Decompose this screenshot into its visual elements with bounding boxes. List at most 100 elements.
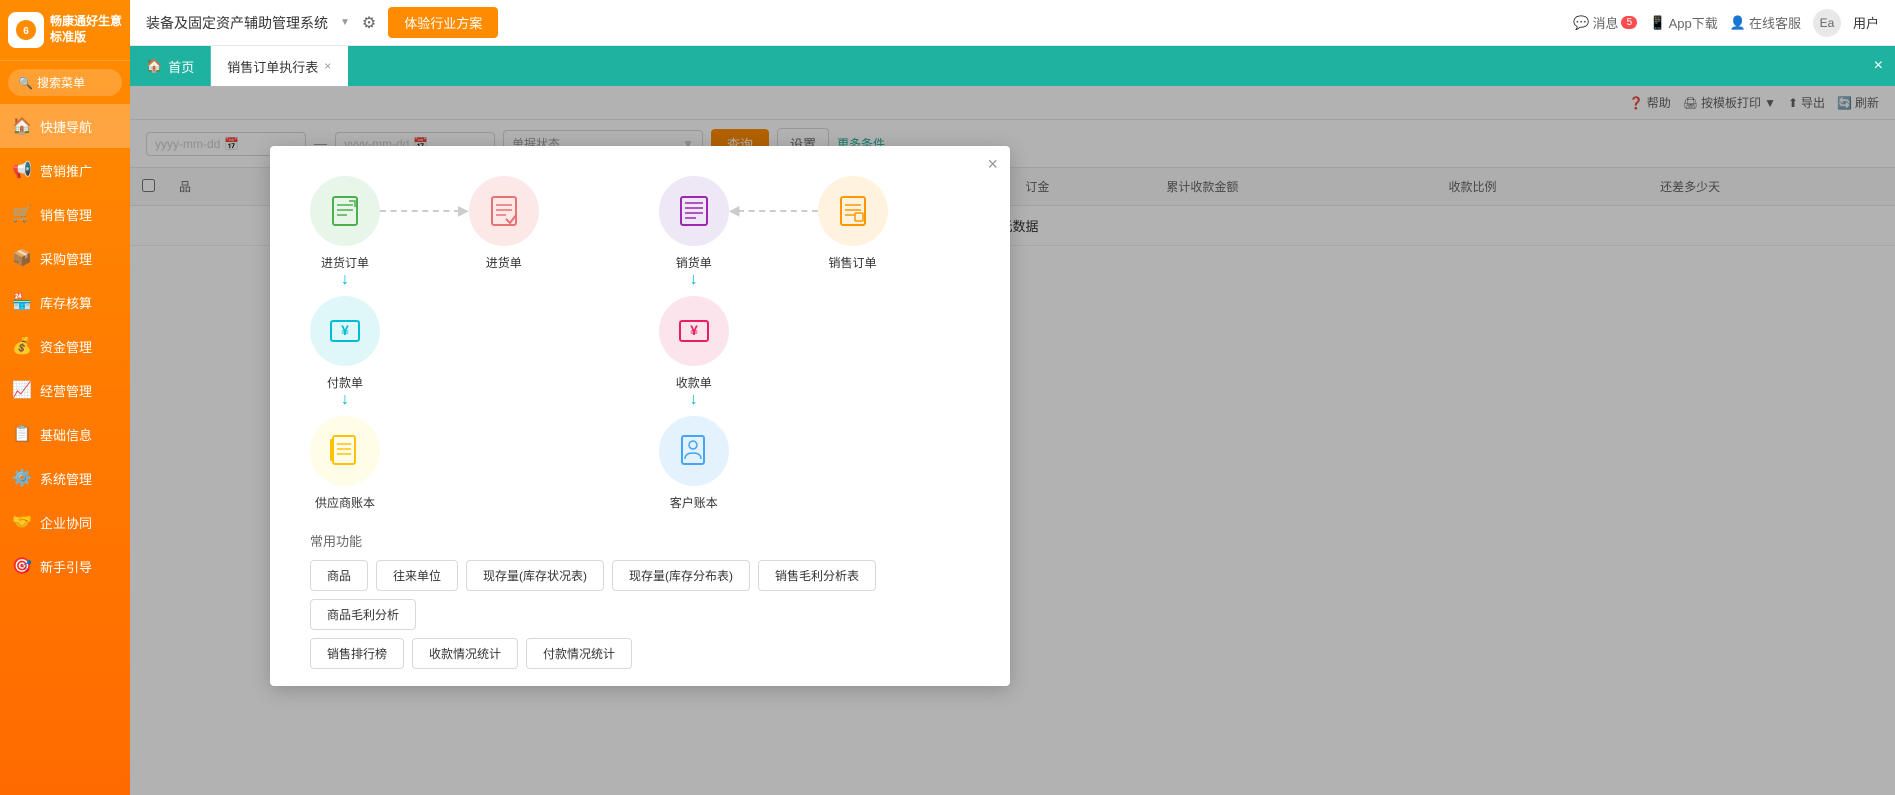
btn-sales-rank[interactable]: 销售排行榜: [310, 638, 404, 669]
arrow-down-1: ↓: [341, 271, 349, 296]
user-avatar[interactable]: Ea: [1813, 9, 1841, 37]
tab-bar-close-icon[interactable]: ×: [1874, 57, 1883, 75]
sidebar-item-enterprise[interactable]: 🤝 企业协同: [0, 500, 130, 544]
arrow-down-sales: ↓: [690, 271, 698, 296]
modal-close-button[interactable]: ×: [987, 154, 998, 175]
sidebar-item-basic-info[interactable]: 📋 基础信息: [0, 412, 130, 456]
system-title: 装备及固定资产辅助管理系统: [146, 13, 328, 33]
common-section: 常用功能 商品 往来单位 现存量(库存状况表) 现存量(库存分布表) 销售毛利分…: [270, 531, 1010, 686]
flow-item-supplier-ledger[interactable]: 供应商账本: [310, 416, 380, 511]
sidebar-item-guide[interactable]: 🎯 新手引导: [0, 544, 130, 588]
search-menu-button[interactable]: 🔍 搜索菜单: [8, 69, 122, 96]
flow-section: 进货订单 ↓ ¥: [270, 146, 1010, 531]
flow-modal: ×: [270, 146, 1010, 686]
payment-circle: ¥: [310, 296, 380, 366]
app-download-icon: 📱: [1649, 15, 1665, 31]
sidebar-item-system[interactable]: ⚙️ 系统管理: [0, 456, 130, 500]
svg-text:6: 6: [23, 26, 29, 37]
flow-item-sales-receipt[interactable]: 销货单: [659, 176, 729, 271]
customer-ledger-circle: [659, 416, 729, 486]
common-functions-title: 常用功能: [310, 531, 970, 550]
tab-bar: 🏠 首页 销售订单执行表 × ×: [130, 46, 1895, 86]
sales-order-label: 销售订单: [829, 254, 877, 271]
btn-partner[interactable]: 往来单位: [376, 560, 458, 591]
flow-item-sales-order[interactable]: 销售订单: [818, 176, 888, 271]
finance-icon: 💰: [12, 336, 32, 356]
btn-payment-stats[interactable]: 付款情况统计: [526, 638, 632, 669]
inventory-icon: 🏪: [12, 292, 32, 312]
purchase-icon: 📦: [12, 248, 32, 268]
modal-overlay[interactable]: ×: [130, 86, 1895, 795]
message-icon: 💬: [1573, 15, 1589, 31]
sidebar-item-finance[interactable]: 💰 资金管理: [0, 324, 130, 368]
common-btns-row1: 商品 往来单位 现存量(库存状况表) 现存量(库存分布表) 销售毛利分析表 商品…: [310, 560, 970, 630]
purchase-order-circle: [310, 176, 380, 246]
receipt-voucher-circle: ¥: [659, 296, 729, 366]
settings-icon[interactable]: ⚙: [362, 13, 376, 33]
sidebar-item-marketing[interactable]: 📢 营销推广: [0, 148, 130, 192]
purchase-receipt-col: 进货单: [469, 176, 539, 271]
flow-item-purchase-receipt[interactable]: 进货单: [469, 176, 539, 271]
sales-flow: 销货单 ↓ ¥: [659, 176, 729, 511]
sales-order-col: 销售订单: [818, 176, 888, 271]
payment-label: 付款单: [327, 374, 363, 391]
tab-close-icon[interactable]: ×: [324, 59, 331, 73]
flow-item-payment[interactable]: ¥ 付款单: [310, 296, 380, 391]
sales-icon: 🛒: [12, 204, 32, 224]
search-icon: 🔍: [18, 76, 33, 90]
sidebar-item-purchase[interactable]: 📦 采购管理: [0, 236, 130, 280]
sales-order-circle: [818, 176, 888, 246]
page-body: ❓ 帮助 🖨 按模板打印 ▼ ⬆ 导出 🔄 刷新: [130, 86, 1895, 795]
top-bar: 装备及固定资产辅助管理系统 ▼ ⚙ 体验行业方案 💬 消息 5 📱 App下载 …: [130, 0, 1895, 46]
sales-receipt-label: 销货单: [676, 254, 712, 271]
sidebar-search-area: 🔍 搜索菜单: [0, 61, 130, 104]
purchase-order-label: 进货订单: [321, 254, 369, 271]
system-title-dropdown-icon[interactable]: ▼: [340, 17, 350, 28]
app-download-button[interactable]: 📱 App下载: [1649, 13, 1717, 32]
online-service-icon: 👤: [1730, 15, 1746, 31]
sidebar: 6 畅康通好生意 标准版 🔍 搜索菜单 🏠 快捷导航 📢 营销推广: [0, 0, 130, 795]
purchase-receipt-circle: [469, 176, 539, 246]
quick-nav-icon: 🏠: [12, 116, 32, 136]
btn-sales-profit[interactable]: 销售毛利分析表: [758, 560, 876, 591]
top-bar-actions: 💬 消息 5 📱 App下载 👤 在线客服 Ea 用户: [1573, 9, 1879, 37]
online-service-button[interactable]: 👤 在线客服: [1730, 13, 1801, 32]
btn-receipt-stats[interactable]: 收款情况统计: [412, 638, 518, 669]
sidebar-item-inventory[interactable]: 🏪 库存核算: [0, 280, 130, 324]
message-button[interactable]: 💬 消息 5: [1573, 13, 1637, 32]
flow-item-purchase-order[interactable]: 进货订单: [310, 176, 380, 271]
enterprise-icon: 🤝: [12, 512, 32, 532]
purchase-receipt-label: 进货单: [486, 254, 522, 271]
marketing-icon: 📢: [12, 160, 32, 180]
sidebar-nav: 🏠 快捷导航 📢 营销推广 🛒 销售管理 📦 采购管理 🏪 库存核算 💰: [0, 104, 130, 795]
experience-btn[interactable]: 体验行业方案: [388, 7, 498, 38]
sidebar-item-quick-nav[interactable]: 🏠 快捷导航: [0, 104, 130, 148]
guide-icon: 🎯: [12, 556, 32, 576]
supplier-ledger-circle: [310, 416, 380, 486]
system-icon: ⚙️: [12, 468, 32, 488]
h-arrow-1: ▶: [380, 176, 469, 219]
user-label: 用户: [1853, 13, 1879, 32]
btn-stock-dist[interactable]: 现存量(库存分布表): [612, 560, 750, 591]
basic-info-icon: 📋: [12, 424, 32, 444]
receipt-voucher-label: 收款单: [676, 374, 712, 391]
btn-product[interactable]: 商品: [310, 560, 368, 591]
svg-text:¥: ¥: [341, 322, 349, 338]
sidebar-item-operations[interactable]: 📈 经营管理: [0, 368, 130, 412]
purchase-flow: 进货订单 ↓ ¥: [310, 176, 380, 511]
sidebar-item-sales[interactable]: 🛒 销售管理: [0, 192, 130, 236]
btn-product-profit[interactable]: 商品毛利分析: [310, 599, 416, 630]
tab-home[interactable]: 🏠 首页: [130, 46, 211, 86]
supplier-ledger-label: 供应商账本: [315, 494, 375, 511]
tab-sales-order[interactable]: 销售订单执行表 ×: [211, 46, 348, 86]
sidebar-logo: 6 畅康通好生意 标准版: [0, 0, 130, 61]
logo-icon: 6: [8, 12, 44, 48]
sales-receipt-circle: [659, 176, 729, 246]
h-arrow-2: ◀: [729, 176, 818, 219]
arrow-down-2: ↓: [341, 391, 349, 416]
arrow-down-customer: ↓: [690, 391, 698, 416]
home-icon: 🏠: [146, 58, 162, 74]
btn-stock-status[interactable]: 现存量(库存状况表): [466, 560, 604, 591]
flow-item-customer-ledger[interactable]: 客户账本: [659, 416, 729, 511]
flow-item-receipt-voucher[interactable]: ¥ 收款单: [659, 296, 729, 391]
